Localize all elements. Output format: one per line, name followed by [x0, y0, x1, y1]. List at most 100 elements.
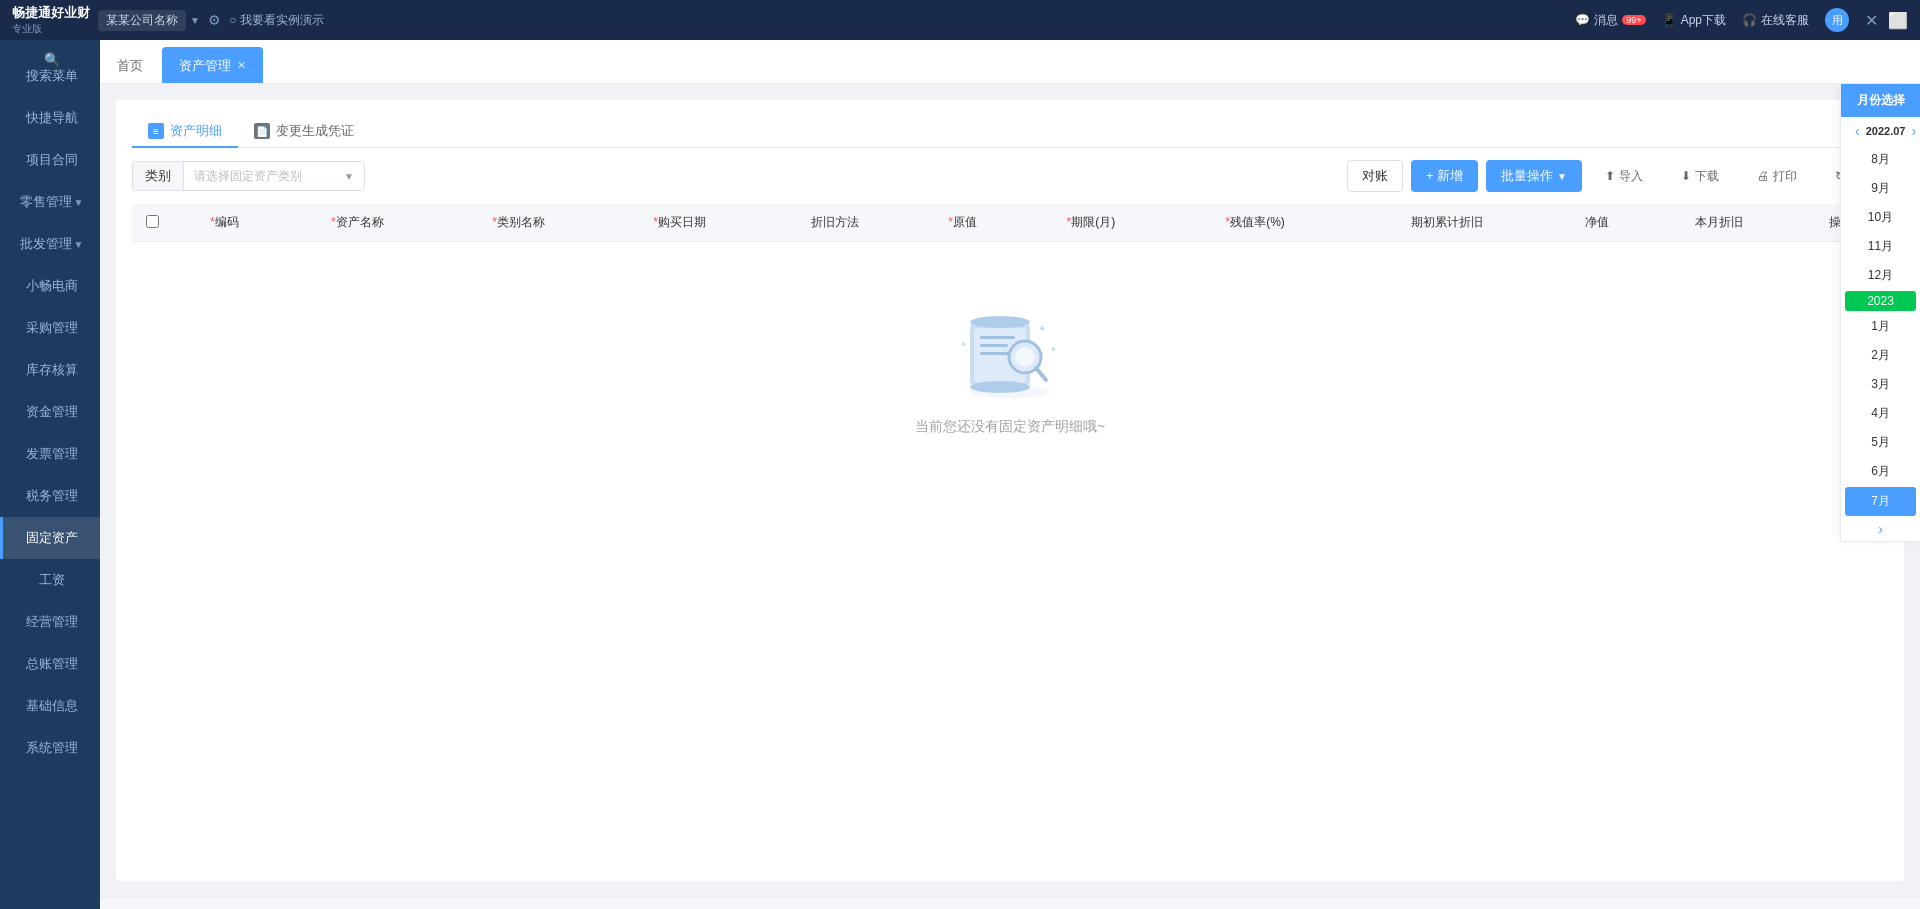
- month-item-8[interactable]: 8月: [1841, 145, 1920, 174]
- sidebar-item-basic-info-label: 基础信息: [11, 697, 92, 715]
- sidebar-item-salary[interactable]: 工资: [0, 559, 100, 601]
- sidebar-item-fixed-assets[interactable]: 固定资产: [0, 517, 100, 559]
- message-button[interactable]: 💬 消息 99+: [1575, 12, 1645, 29]
- chevron-right-icon: ›: [1878, 521, 1883, 537]
- user-avatar[interactable]: 用: [1825, 8, 1849, 32]
- app-logo: 畅捷通好业财 专业版: [12, 4, 90, 36]
- th-accumulated-depreciation-label: 期初累计折旧: [1411, 215, 1483, 229]
- sidebar-item-finance[interactable]: 资金管理: [0, 391, 100, 433]
- category-filter[interactable]: 类别 请选择固定资产类别 ▼: [132, 161, 365, 191]
- batch-arrow-icon: ▼: [1557, 171, 1567, 182]
- month-item-9[interactable]: 9月: [1841, 174, 1920, 203]
- th-code: *编码: [172, 204, 277, 242]
- sidebar-item-ecommerce[interactable]: 小畅电商: [0, 265, 100, 307]
- th-checkbox: [132, 204, 172, 242]
- company-name: 某某公司名称: [98, 10, 186, 31]
- filter-label: 类别: [133, 162, 184, 190]
- app-version: 专业版: [12, 22, 90, 36]
- company-selector[interactable]: 某某公司名称 ▼: [98, 10, 200, 31]
- download-icon: ⬇: [1681, 169, 1691, 183]
- month-item-5[interactable]: 5月: [1841, 428, 1920, 457]
- online-service-label: 在线客服: [1761, 12, 1809, 29]
- avatar: 用: [1825, 8, 1849, 32]
- sidebar-item-system[interactable]: 系统管理: [0, 727, 100, 769]
- demo-text: 我要看实例演示: [240, 12, 324, 29]
- import-icon: ⬆: [1605, 169, 1615, 183]
- sidebar-item-basic-info[interactable]: 基础信息: [0, 685, 100, 727]
- add-button[interactable]: + 新增: [1411, 160, 1478, 192]
- th-period-label: 期限(月): [1071, 215, 1115, 229]
- tab-close-icon[interactable]: ✕: [237, 59, 246, 72]
- sub-tab-asset-detail[interactable]: ≡ 资产明细: [132, 116, 238, 148]
- month-item-1[interactable]: 1月: [1841, 312, 1920, 341]
- sub-tab-change-voucher[interactable]: 📄 变更生成凭证: [238, 116, 370, 148]
- filter-input[interactable]: 请选择固定资产类别 ▼: [184, 163, 364, 190]
- sidebar-item-wholesale[interactable]: 批发管理 ▼: [0, 223, 100, 265]
- main-layout: 🔍 搜索菜单 快捷导航 项目合同 零售管理 ▼ 批发管理 ▼ 小畅电商 采购管理: [0, 40, 1920, 909]
- sidebar-item-ecommerce-label: 小畅电商: [11, 277, 92, 295]
- sidebar-item-fixed-assets-label: 固定资产: [11, 529, 92, 547]
- window-close-area[interactable]: ✕ ⬜: [1865, 11, 1908, 30]
- sidebar-item-project[interactable]: 项目合同: [0, 139, 100, 181]
- add-label: + 新增: [1426, 167, 1463, 185]
- print-button[interactable]: 🖨 打印: [1742, 161, 1812, 192]
- svg-rect-4: [980, 344, 1008, 347]
- message-badge: 99+: [1622, 15, 1645, 25]
- maximize-icon: ⬜: [1888, 11, 1908, 30]
- sub-tabs: ≡ 资产明细 📄 变更生成凭证: [132, 116, 1888, 148]
- svg-rect-5: [980, 352, 1012, 355]
- chevron-down-icon: ▼: [74, 239, 84, 250]
- headset-icon: 🎧: [1742, 13, 1757, 27]
- th-monthly-depreciation-label: 本月折旧: [1695, 215, 1743, 229]
- settings-button[interactable]: ⚙: [208, 12, 221, 28]
- filter-arrow-icon: ▼: [344, 171, 354, 182]
- month-item-12[interactable]: 12月: [1841, 261, 1920, 290]
- tab-asset-manage[interactable]: 资产管理 ✕: [162, 47, 263, 83]
- batch-button[interactable]: 批量操作 ▼: [1486, 160, 1582, 192]
- th-depreciation-method-label: 折旧方法: [811, 215, 859, 229]
- sidebar-item-tax[interactable]: 税务管理: [0, 475, 100, 517]
- bottom-scrollbar[interactable]: [100, 897, 1920, 909]
- sidebar-item-search[interactable]: 🔍 搜索菜单: [0, 40, 100, 97]
- month-item-10[interactable]: 10月: [1841, 203, 1920, 232]
- tab-home[interactable]: 首页: [100, 47, 160, 83]
- table-header-row: *编码 *资产名称 *类别名称 *购买日期 折旧方法 *原值 *期限(月) *残…: [132, 204, 1888, 242]
- sidebar-item-purchase[interactable]: 采购管理: [0, 307, 100, 349]
- month-item-2[interactable]: 2月: [1841, 341, 1920, 370]
- svg-text:✦: ✦: [1038, 323, 1046, 334]
- download-button[interactable]: ⬇ 下载: [1666, 161, 1734, 192]
- th-original-value-label: 原值: [953, 215, 977, 229]
- sidebar-item-ledger-label: 总账管理: [11, 655, 92, 673]
- reconcile-button[interactable]: 对账: [1347, 160, 1403, 192]
- sidebar-item-quick-nav[interactable]: 快捷导航: [0, 97, 100, 139]
- empty-state: ✦ ✦ ✦ 当前您还没有固定资产明细哦~: [132, 242, 1888, 496]
- svg-point-9: [1015, 347, 1035, 367]
- import-button[interactable]: ⬆ 导入: [1590, 161, 1658, 192]
- empty-row: ✦ ✦ ✦ 当前您还没有固定资产明细哦~: [132, 242, 1888, 497]
- demo-button[interactable]: ○ 我要看实例演示: [229, 12, 324, 29]
- svg-text:✦: ✦: [1050, 345, 1057, 354]
- sidebar-item-invoice[interactable]: 发票管理: [0, 433, 100, 475]
- online-service-button[interactable]: 🎧 在线客服: [1742, 12, 1809, 29]
- svg-rect-3: [980, 336, 1015, 339]
- app-download-button[interactable]: 📱 App下载: [1662, 12, 1726, 29]
- month-item-4[interactable]: 4月: [1841, 399, 1920, 428]
- month-item-11[interactable]: 11月: [1841, 232, 1920, 261]
- month-panel-collapse[interactable]: ›: [1841, 517, 1920, 541]
- sidebar-item-retail[interactable]: 零售管理 ▼: [0, 181, 100, 223]
- tab-home-label: 首页: [117, 57, 143, 75]
- sidebar-item-ledger[interactable]: 总账管理: [0, 643, 100, 685]
- content-card: ≡ 资产明细 📄 变更生成凭证 类别 请选择固定资产类别: [116, 100, 1904, 881]
- toolbar: 类别 请选择固定资产类别 ▼ 对账 + 新增: [132, 160, 1888, 192]
- sidebar-item-inventory[interactable]: 库存核算: [0, 349, 100, 391]
- select-all-checkbox[interactable]: [146, 215, 159, 228]
- month-item-6[interactable]: 6月: [1841, 457, 1920, 486]
- month-next-button[interactable]: ›: [1905, 121, 1920, 141]
- month-prev-button[interactable]: ‹: [1849, 121, 1866, 141]
- list-icon: ≡: [148, 123, 164, 139]
- month-item-3[interactable]: 3月: [1841, 370, 1920, 399]
- sidebar-item-operations[interactable]: 经营管理: [0, 601, 100, 643]
- sidebar-item-quick-nav-label: 快捷导航: [11, 109, 92, 127]
- th-accumulated-depreciation: 期初累计折旧: [1344, 204, 1550, 242]
- month-item-7[interactable]: 7月: [1845, 487, 1916, 516]
